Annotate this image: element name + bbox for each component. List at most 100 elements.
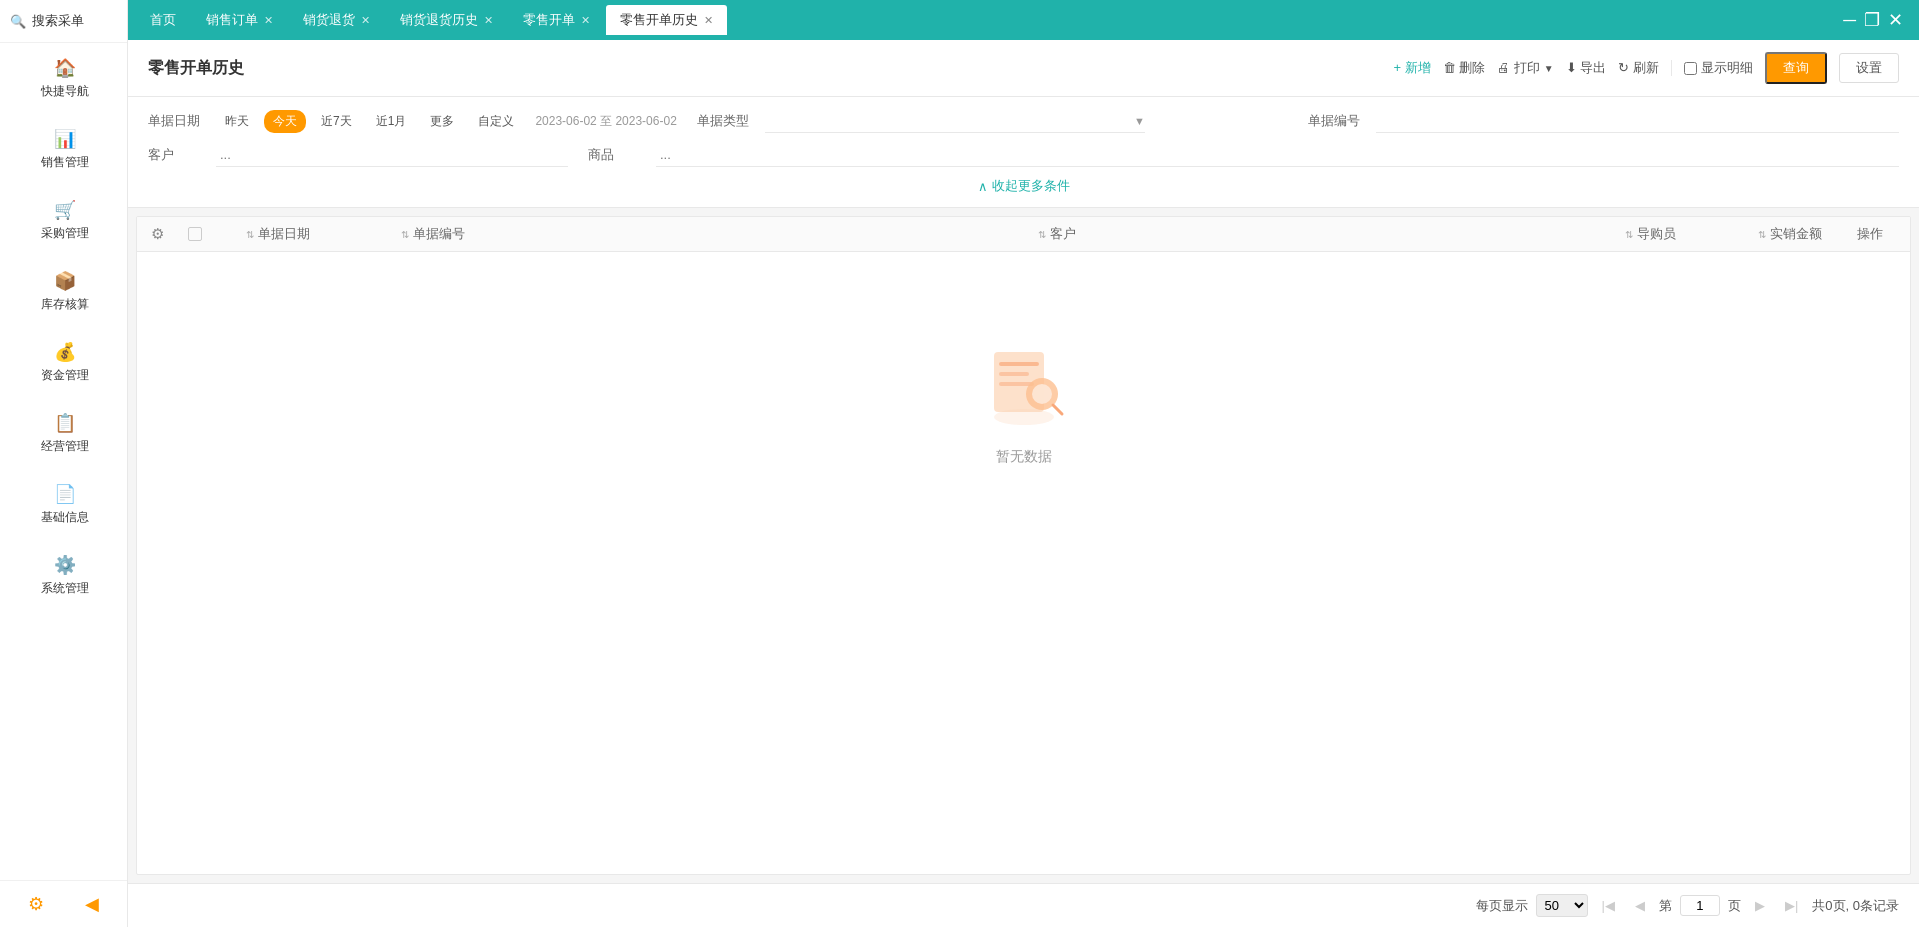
tab-retail-open-history[interactable]: 零售开单历史 ✕	[606, 5, 727, 35]
th-date-sort-icon: ⇅	[246, 229, 254, 240]
per-page-label: 每页显示	[1476, 897, 1528, 915]
sidebar-search[interactable]: 🔍 搜索采单	[0, 0, 127, 43]
goods-input[interactable]	[656, 143, 1899, 167]
page-number-input[interactable]	[1680, 895, 1720, 916]
search-icon: 🔍	[10, 14, 26, 29]
query-button[interactable]: 查询	[1765, 52, 1827, 84]
finance-icon: 💰	[54, 341, 76, 363]
date-btn-more[interactable]: 更多	[421, 110, 463, 133]
date-btn-1month[interactable]: 近1月	[367, 110, 416, 133]
th-guide[interactable]: ⇅ 导购员	[1590, 225, 1710, 243]
last-page-button[interactable]: ▶|	[1779, 896, 1804, 915]
th-amount-sort-icon: ⇅	[1758, 229, 1766, 240]
purchase-icon: 🛒	[54, 199, 76, 221]
sidebar-item-quick-nav[interactable]: 🏠 快捷导航	[0, 43, 127, 114]
sys-icon: ⚙️	[54, 554, 76, 576]
settings-label: 设置	[1856, 59, 1882, 77]
add-button[interactable]: + 新增	[1393, 59, 1430, 77]
tab-bar-right: ─ ❐ ✕	[1843, 9, 1911, 31]
tab-sales-order-close-icon[interactable]: ✕	[264, 14, 273, 27]
sidebar-item-basic-info[interactable]: 📄 基础信息	[0, 469, 127, 540]
table-settings-icon[interactable]: ⚙	[151, 225, 164, 243]
print-dropdown-icon[interactable]: ▼	[1544, 63, 1554, 74]
collapse-icon[interactable]: ◀	[85, 893, 99, 915]
tab-home[interactable]: 首页	[136, 5, 190, 35]
bill-type-select[interactable]: ▼	[765, 109, 1145, 133]
sidebar-item-label: 资金管理	[41, 367, 89, 384]
tab-retail-open[interactable]: 零售开单 ✕	[509, 5, 604, 35]
tab-retail-open-history-close-icon[interactable]: ✕	[704, 14, 713, 27]
sidebar-item-finance[interactable]: 💰 资金管理	[0, 327, 127, 398]
bill-no-input[interactable]	[1376, 109, 1899, 133]
th-billno-sort-icon: ⇅	[401, 229, 409, 240]
date-filter-btns: 昨天 今天 近7天 近1月 更多 自定义	[216, 110, 523, 133]
sidebar-bottom: ⚙ ◀	[0, 880, 127, 927]
print-button[interactable]: 🖨 打印 ▼	[1497, 59, 1554, 77]
select-all-checkbox[interactable]	[188, 227, 202, 241]
delete-button[interactable]: 🗑 删除	[1443, 59, 1486, 77]
tab-sales-return-history[interactable]: 销货退货历史 ✕	[386, 5, 507, 35]
date-btn-yesterday[interactable]: 昨天	[216, 110, 258, 133]
th-billno[interactable]: ⇅ 单据编号	[343, 225, 523, 243]
date-filter-label: 单据日期	[148, 112, 208, 130]
date-btn-7days[interactable]: 近7天	[312, 110, 361, 133]
svg-point-6	[1032, 384, 1052, 404]
customer-input[interactable]	[216, 143, 568, 167]
export-button[interactable]: ⬇ 导出	[1566, 59, 1607, 77]
next-page-button[interactable]: ▶	[1749, 896, 1771, 915]
th-action-label: 操作	[1857, 225, 1883, 243]
tab-sales-order[interactable]: 销售订单 ✕	[192, 5, 287, 35]
date-btn-today[interactable]: 今天	[264, 110, 306, 133]
tab-sales-return-history-close-icon[interactable]: ✕	[484, 14, 493, 27]
per-page-select[interactable]: 50 10 20 100	[1536, 894, 1588, 917]
page-header: 零售开单历史 + 新增 🗑 删除 🖨 打印 ▼ ⬇ 导出 ↻ 刷新	[128, 40, 1919, 97]
basic-info-icon: 📄	[54, 483, 76, 505]
customer-label: 客户	[148, 146, 208, 164]
sidebar-item-label: 经营管理	[41, 438, 89, 455]
sidebar-item-label: 库存核算	[41, 296, 89, 313]
operation-icon: 📋	[54, 412, 76, 434]
th-customer[interactable]: ⇅ 客户	[523, 225, 1590, 243]
bill-type-input[interactable]	[765, 109, 1134, 132]
window-min-icon[interactable]: ─	[1843, 10, 1856, 31]
sidebar-item-label: 系统管理	[41, 580, 89, 597]
page-label: 页	[1728, 897, 1741, 915]
tab-sales-return-close-icon[interactable]: ✕	[361, 14, 370, 27]
prev-page-button[interactable]: ◀	[1629, 896, 1651, 915]
tab-retail-open-close-icon[interactable]: ✕	[581, 14, 590, 27]
sidebar-item-sales-mgmt[interactable]: 📊 销售管理	[0, 114, 127, 185]
th-guide-label: 导购员	[1637, 225, 1676, 243]
sidebar-item-inventory[interactable]: 📦 库存核算	[0, 256, 127, 327]
sidebar-item-purchase-mgmt[interactable]: 🛒 采购管理	[0, 185, 127, 256]
refresh-button[interactable]: ↻ 刷新	[1618, 59, 1659, 77]
settings-button[interactable]: 设置	[1839, 53, 1899, 83]
window-restore-icon[interactable]: ❐	[1864, 9, 1880, 31]
th-date[interactable]: ⇅ 单据日期	[213, 225, 343, 243]
th-settings[interactable]: ⚙	[137, 225, 177, 243]
more-conditions-toggle[interactable]: ∧ 收起更多条件	[148, 177, 1899, 195]
show-detail-input[interactable]	[1684, 62, 1697, 75]
empty-text: 暂无数据	[996, 448, 1052, 466]
th-guide-sort-icon: ⇅	[1625, 229, 1633, 240]
query-label: 查询	[1783, 59, 1809, 77]
add-label: + 新增	[1393, 59, 1430, 77]
th-check[interactable]	[177, 227, 213, 241]
date-btn-custom[interactable]: 自定义	[469, 110, 523, 133]
bill-no-label: 单据编号	[1308, 112, 1368, 130]
first-page-button[interactable]: |◀	[1596, 896, 1621, 915]
sales-icon: 📊	[54, 128, 76, 150]
tab-sales-return[interactable]: 销货退货 ✕	[289, 5, 384, 35]
settings-bottom-icon[interactable]: ⚙	[28, 893, 44, 915]
sidebar-item-sys-mgmt[interactable]: ⚙️ 系统管理	[0, 540, 127, 611]
th-customer-label: 客户	[1050, 225, 1076, 243]
window-close-icon[interactable]: ✕	[1888, 9, 1903, 31]
th-amount[interactable]: ⇅ 实销金额	[1710, 225, 1830, 243]
show-detail-checkbox[interactable]: 显示明细	[1684, 59, 1753, 77]
svg-rect-2	[999, 362, 1039, 366]
delete-label: 🗑 删除	[1443, 59, 1486, 77]
tab-sales-return-history-label: 销货退货历史	[400, 11, 478, 29]
sidebar: 🔍 搜索采单 🏠 快捷导航 📊 销售管理 🛒 采购管理 📦 库存核算 💰 资金管…	[0, 0, 128, 927]
toolbar-divider	[1671, 60, 1672, 76]
sidebar-item-operation[interactable]: 📋 经营管理	[0, 398, 127, 469]
th-action: 操作	[1830, 225, 1910, 243]
